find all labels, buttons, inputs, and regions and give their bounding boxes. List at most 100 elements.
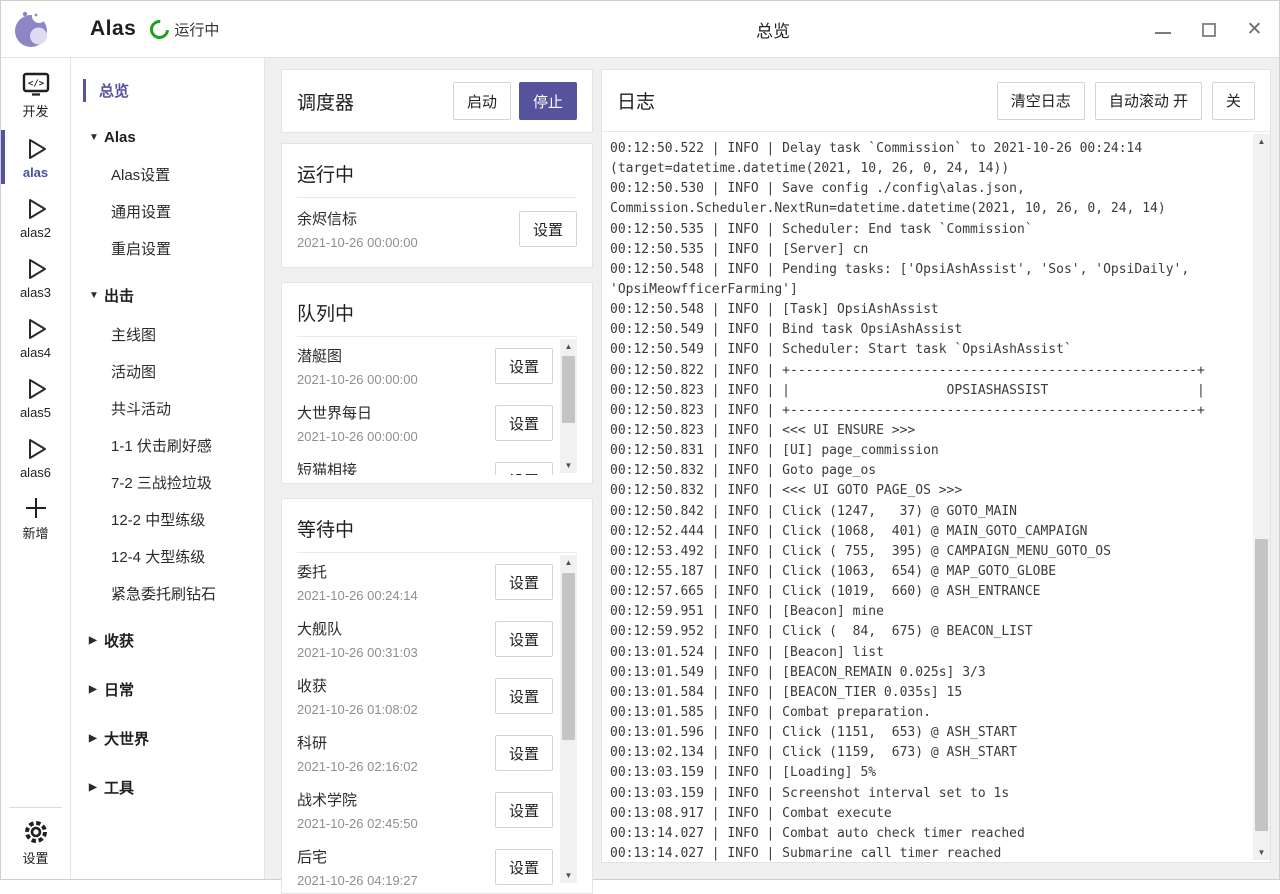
scroll-down-icon[interactable]: ▼ bbox=[560, 458, 577, 473]
nav-item[interactable]: ▶ 日常 bbox=[71, 669, 264, 710]
task-row: 短猫相接 2021-10-26 00:00:00 设置 bbox=[297, 451, 553, 475]
sidebar-item-profile[interactable]: alas3 bbox=[1, 247, 70, 307]
queue-list: 潜艇图 2021-10-26 00:00:00 设置 大世界每日 20 bbox=[297, 337, 577, 475]
scroll-up-icon[interactable]: ▲ bbox=[560, 339, 577, 354]
nav-item[interactable]: 1-1 伏击刷好感 bbox=[71, 427, 264, 464]
scroll-up-icon[interactable]: ▲ bbox=[1253, 134, 1270, 149]
profile-list: alas alas2 alas3 bbox=[1, 127, 70, 487]
scrollbar[interactable]: ▲ ▼ bbox=[560, 339, 577, 473]
scroll-down-icon[interactable]: ▼ bbox=[560, 868, 577, 883]
running-list: 余烬信标 2021-10-26 00:00:00 设置 bbox=[297, 198, 577, 259]
close-button[interactable]: ✕ bbox=[1246, 21, 1263, 38]
nav-item[interactable]: ▶ 大世界 bbox=[71, 718, 264, 759]
task-time: 2021-10-26 00:00:00 bbox=[297, 372, 418, 387]
nav-item[interactable]: 紧急委托刷钻石 bbox=[71, 575, 264, 612]
task-row: 大世界每日 2021-10-26 00:00:00 设置 bbox=[297, 394, 553, 451]
nav-item[interactable]: ▶ 工具 bbox=[71, 767, 264, 808]
task-settings-button[interactable]: 设置 bbox=[495, 462, 553, 475]
nav-item-label: 活动图 bbox=[111, 361, 156, 382]
nav-item[interactable]: 7-2 三战捡垃圾 bbox=[71, 464, 264, 501]
scheduler-status: 运行中 bbox=[150, 19, 219, 40]
nav-item-label: 工具 bbox=[104, 777, 134, 798]
sidebar-item-profile[interactable]: alas6 bbox=[1, 427, 70, 487]
sidebar-item-label: 设置 bbox=[22, 848, 48, 867]
nav-item[interactable]: 重启设置 bbox=[71, 230, 264, 267]
nav-item-label: 12-4 大型练级 bbox=[111, 546, 205, 567]
nav-item-label: 总览 bbox=[99, 80, 129, 101]
nav-item[interactable]: 12-4 大型练级 bbox=[71, 538, 264, 575]
nav-item-label: 出击 bbox=[104, 285, 134, 306]
sidebar-item-profile[interactable]: alas4 bbox=[1, 307, 70, 367]
task-settings-button[interactable]: 设置 bbox=[495, 564, 553, 600]
sidebar-item-profile[interactable]: alas2 bbox=[1, 187, 70, 247]
log-output: 00:12:50.522 | INFO | Delay task `Commis… bbox=[602, 132, 1270, 862]
task-settings-button[interactable]: 设置 bbox=[495, 735, 553, 771]
gear-icon bbox=[22, 818, 50, 846]
log-off-button[interactable]: 关 bbox=[1212, 82, 1255, 120]
log-title: 日志 bbox=[617, 87, 987, 114]
task-row: 潜艇图 2021-10-26 00:00:00 设置 bbox=[297, 337, 553, 394]
nav-item[interactable]: ▼ 出击 bbox=[71, 275, 264, 316]
nav-item[interactable]: 12-2 中型练级 bbox=[71, 501, 264, 538]
content-area: 调度器 启动 停止 运行中 余烬信标 2021-10-26 00:00:0 bbox=[265, 58, 1279, 879]
task-settings-button[interactable]: 设置 bbox=[495, 621, 553, 657]
scroll-thumb[interactable] bbox=[1255, 539, 1268, 831]
scrollbar[interactable]: ▲ ▼ bbox=[1253, 134, 1270, 860]
nav-arrow-icon: ▶ bbox=[89, 782, 104, 793]
scrollbar[interactable]: ▲ ▼ bbox=[560, 555, 577, 883]
nav-item[interactable]: Alas设置 bbox=[71, 156, 264, 193]
sidebar-item-profile[interactable]: alas5 bbox=[1, 367, 70, 427]
nav-item[interactable]: 总览 bbox=[71, 70, 264, 111]
sidebar-item-dev[interactable]: </> 开发 bbox=[1, 64, 70, 127]
nav-item[interactable]: ▼ Alas bbox=[71, 119, 264, 156]
nav-arrow-icon: ▶ bbox=[89, 635, 104, 646]
sidebar-item-label: alas2 bbox=[20, 225, 51, 240]
scroll-up-icon[interactable]: ▲ bbox=[560, 555, 577, 570]
play-icon bbox=[22, 135, 50, 163]
task-settings-button[interactable]: 设置 bbox=[495, 348, 553, 384]
nav-item-label: 收获 bbox=[104, 630, 134, 651]
nav-item[interactable]: 共斗活动 bbox=[71, 390, 264, 427]
sidebar-item-profile[interactable]: alas bbox=[1, 127, 70, 187]
task-row: 委托 2021-10-26 00:24:14 设置 bbox=[297, 553, 553, 610]
waiting-list: 委托 2021-10-26 00:24:14 设置 大舰队 2021- bbox=[297, 553, 577, 885]
nav-item[interactable]: 通用设置 bbox=[71, 193, 264, 230]
log-header: 日志 清空日志 自动滚动 开 关 bbox=[602, 70, 1270, 132]
task-row: 收获 2021-10-26 01:08:02 设置 bbox=[297, 667, 553, 724]
play-icon bbox=[22, 375, 50, 403]
task-time: 2021-10-26 00:00:00 bbox=[297, 429, 418, 444]
sidebar-item-settings[interactable]: 设置 bbox=[9, 807, 62, 879]
nav-item-label: 日常 bbox=[104, 679, 134, 700]
task-row: 战术学院 2021-10-26 02:45:50 设置 bbox=[297, 781, 553, 838]
task-settings-button[interactable]: 设置 bbox=[495, 792, 553, 828]
task-row: 余烬信标 2021-10-26 00:00:00 设置 bbox=[297, 198, 577, 259]
app-window: Alas 运行中 总览 ✕ </> 开发 bbox=[0, 0, 1280, 880]
minimize-button[interactable] bbox=[1154, 21, 1171, 38]
nav-list: 总览 ▼ Alas Alas设置 通用设置 bbox=[71, 70, 264, 808]
sidebar-item-label: alas6 bbox=[20, 465, 51, 480]
scroll-thumb[interactable] bbox=[562, 573, 575, 740]
nav-item[interactable]: 主线图 bbox=[71, 316, 264, 353]
play-icon bbox=[22, 195, 50, 223]
clear-log-button[interactable]: 清空日志 bbox=[997, 82, 1085, 120]
stop-button[interactable]: 停止 bbox=[519, 82, 577, 120]
sidebar-item-label: alas bbox=[23, 165, 48, 180]
nav-item[interactable]: ▶ 收获 bbox=[71, 620, 264, 661]
start-button[interactable]: 启动 bbox=[453, 82, 511, 120]
maximize-button[interactable] bbox=[1200, 21, 1217, 38]
autoscroll-toggle-button[interactable]: 自动滚动 开 bbox=[1095, 82, 1202, 120]
scroll-thumb[interactable] bbox=[562, 356, 575, 423]
nav-arrow-icon: ▼ bbox=[89, 132, 104, 143]
scroll-down-icon[interactable]: ▼ bbox=[1253, 845, 1270, 860]
titlebar: Alas 运行中 总览 ✕ bbox=[1, 1, 1279, 58]
task-settings-button[interactable]: 设置 bbox=[519, 211, 577, 247]
task-time: 2021-10-26 00:31:03 bbox=[297, 645, 418, 660]
waiting-card: 等待中 委托 2021-10-26 00:24:14 bbox=[281, 498, 593, 894]
task-settings-button[interactable]: 设置 bbox=[495, 678, 553, 714]
nav-item[interactable]: 活动图 bbox=[71, 353, 264, 390]
task-name: 战术学院 bbox=[297, 789, 418, 810]
sidebar-item-add[interactable]: 新增 bbox=[1, 487, 70, 549]
task-settings-button[interactable]: 设置 bbox=[495, 405, 553, 441]
nav-item-label: Alas设置 bbox=[111, 164, 170, 185]
task-name: 科研 bbox=[297, 732, 418, 753]
